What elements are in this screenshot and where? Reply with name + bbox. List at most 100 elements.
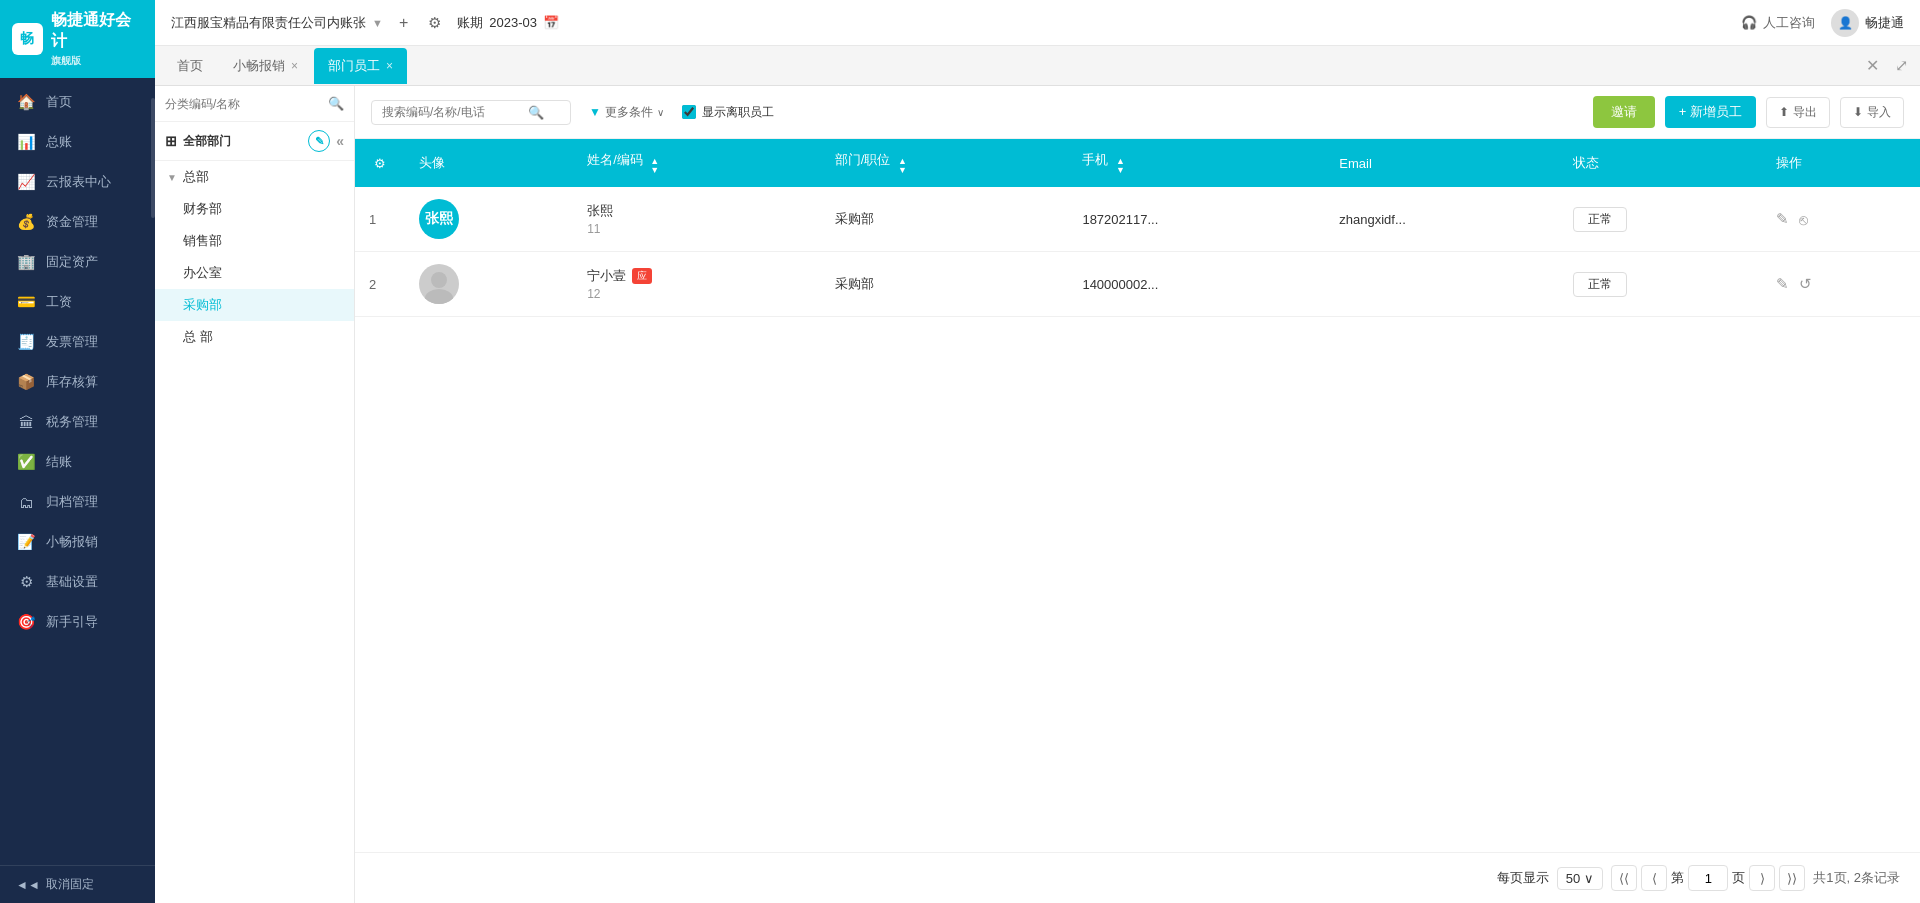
dept-item-sales[interactable]: 销售部 — [155, 225, 354, 257]
sidebar-item-funds[interactable]: 💰 资金管理 — [0, 202, 155, 242]
dept-item-label: 财务部 — [183, 200, 222, 218]
sidebar-item-archive[interactable]: 🗂 归档管理 — [0, 482, 155, 522]
avatar-svg — [419, 264, 459, 304]
employee-code: 11 — [587, 222, 807, 236]
sidebar-item-closing[interactable]: ✅ 结账 — [0, 442, 155, 482]
main-area: 江西服宝精品有限责任公司内账张 ▼ + ⚙ 账期 2023-03 📅 🎧 人工咨… — [155, 0, 1920, 903]
invite-button[interactable]: 邀请 — [1593, 96, 1655, 128]
edit-icon[interactable]: ✎ — [1776, 275, 1789, 293]
sidebar-item-salary[interactable]: 💳 工资 — [0, 282, 155, 322]
show-resigned-checkbox[interactable]: 显示离职员工 — [682, 104, 774, 121]
col-settings[interactable]: ⚙ — [355, 139, 405, 187]
col-dept[interactable]: 部门/职位 ▲▼ — [821, 139, 1069, 187]
company-selector[interactable]: 江西服宝精品有限责任公司内账张 ▼ — [171, 14, 383, 32]
svg-point-0 — [431, 272, 447, 288]
page-label: 页 — [1732, 869, 1745, 887]
tab-employees[interactable]: 部门员工 × — [314, 48, 407, 84]
invoice-icon: 🧾 — [16, 333, 36, 351]
dept-collapse-icon[interactable]: « — [336, 133, 344, 149]
employee-code: 12 — [587, 287, 807, 301]
sidebar-item-home[interactable]: 🏠 首页 — [0, 82, 155, 122]
employee-search-box: 🔍 — [371, 100, 571, 125]
employee-name: 张熙 — [587, 202, 613, 220]
dept-item-general[interactable]: ▼ 总部 — [155, 161, 354, 193]
col-phone[interactable]: 手机 ▲▼ — [1068, 139, 1325, 187]
dept-search-input[interactable] — [165, 97, 322, 111]
tab-expense-close[interactable]: × — [291, 60, 298, 72]
col-name[interactable]: 姓名/编码 ▲▼ — [573, 139, 821, 187]
sidebar-item-tax[interactable]: 🏛 税务管理 — [0, 402, 155, 442]
table-row: 2 — [355, 252, 1920, 317]
show-resigned-input[interactable] — [682, 105, 696, 119]
dept-search-icon[interactable]: 🔍 — [328, 96, 344, 111]
dept-item-purchase[interactable]: 采购部 — [155, 289, 354, 321]
service-button[interactable]: 🎧 人工咨询 — [1741, 14, 1815, 32]
close-tab-icon[interactable]: ✕ — [1862, 52, 1883, 79]
period-selector[interactable]: 账期 2023-03 📅 — [457, 14, 559, 32]
tab-employees-close[interactable]: × — [386, 60, 393, 72]
page-last-button[interactable]: ⟩⟩ — [1779, 865, 1805, 891]
headset-icon: 🎧 — [1741, 15, 1757, 30]
logo-sub: 旗舰版 — [51, 54, 143, 68]
period-value: 2023-03 — [489, 15, 537, 30]
filter-button[interactable]: ▼ 更多条件 ∨ — [581, 100, 672, 125]
name-row: 宁小壹 应 — [587, 267, 807, 285]
topbar-right: 🎧 人工咨询 👤 畅捷通 — [1741, 9, 1904, 37]
sidebar-item-guide[interactable]: 🎯 新手引导 — [0, 602, 155, 642]
company-dropdown-icon: ▼ — [372, 17, 383, 29]
table-row: 1 张熙 张熙 11 — [355, 187, 1920, 252]
logout-icon[interactable]: ⎋ — [1799, 211, 1808, 228]
dept-search-box: 🔍 — [155, 86, 354, 122]
tab-home[interactable]: 首页 — [163, 48, 217, 84]
page-nav: ⟨⟨ ⟨ 第 页 ⟩ ⟩⟩ — [1611, 865, 1805, 891]
ledger-icon: 📊 — [16, 133, 36, 151]
add-employee-button[interactable]: + 新增员工 — [1665, 96, 1756, 128]
sidebar-item-settings[interactable]: ⚙ 基础设置 — [0, 562, 155, 602]
page-input[interactable] — [1688, 865, 1728, 891]
page-next-button[interactable]: ⟩ — [1749, 865, 1775, 891]
topbar: 江西服宝精品有限责任公司内账张 ▼ + ⚙ 账期 2023-03 📅 🎧 人工咨… — [155, 0, 1920, 46]
dept-tree: ▼ 总部 财务部 销售部 办公室 采购部 总 部 — [155, 161, 354, 903]
sidebar-item-invoice[interactable]: 🧾 发票管理 — [0, 322, 155, 362]
page-prev-button[interactable]: ⟨ — [1641, 865, 1667, 891]
employee-search-input[interactable] — [382, 105, 522, 119]
unpin-button[interactable]: ◄◄ 取消固定 — [0, 865, 155, 903]
tag-badge: 应 — [632, 268, 652, 284]
export-button[interactable]: ⬆ 导出 — [1766, 97, 1830, 128]
filter-label: 更多条件 — [605, 104, 653, 121]
page-first-button[interactable]: ⟨⟨ — [1611, 865, 1637, 891]
status-badge: 正常 — [1573, 207, 1627, 232]
sidebar-item-assets[interactable]: 🏢 固定资产 — [0, 242, 155, 282]
sidebar-item-label: 新手引导 — [46, 613, 98, 631]
dept-item-finance[interactable]: 财务部 — [155, 193, 354, 225]
add-tab-button[interactable]: + — [395, 10, 412, 36]
sidebar-item-ledger[interactable]: 📊 总账 — [0, 122, 155, 162]
dept-item-head[interactable]: 总 部 — [155, 321, 354, 353]
row-avatar-cell — [405, 252, 573, 317]
avatar: 张熙 — [419, 199, 459, 239]
user-menu[interactable]: 👤 畅捷通 — [1831, 9, 1904, 37]
settings-icon[interactable]: ⚙ — [424, 10, 445, 36]
tab-expense-label: 小畅报销 — [233, 57, 285, 75]
dept-item-office[interactable]: 办公室 — [155, 257, 354, 289]
sidebar-item-expense[interactable]: 📝 小畅报销 — [0, 522, 155, 562]
sidebar-item-label: 总账 — [46, 133, 72, 151]
expand-tab-icon[interactable]: ⤢ — [1891, 52, 1912, 79]
status-badge: 正常 — [1573, 272, 1627, 297]
edit-icon[interactable]: ✎ — [1776, 210, 1789, 228]
dept-edit-icon[interactable]: ✎ — [308, 130, 330, 152]
sidebar-item-reports[interactable]: 📈 云报表中心 — [0, 162, 155, 202]
sidebar-item-inventory[interactable]: 📦 库存核算 — [0, 362, 155, 402]
per-page-select[interactable]: 50 ∨ — [1557, 867, 1603, 890]
sidebar-item-label: 税务管理 — [46, 413, 98, 431]
import-button[interactable]: ⬇ 导入 — [1840, 97, 1904, 128]
salary-icon: 💳 — [16, 293, 36, 311]
tab-expense[interactable]: 小畅报销 × — [219, 48, 312, 84]
row-email-cell — [1325, 252, 1559, 317]
all-dept-header: ⊞ 全部部门 ✎ « — [155, 122, 354, 161]
employee-search-icon[interactable]: 🔍 — [528, 105, 544, 120]
tab-home-label: 首页 — [177, 57, 203, 75]
sidebar-item-label: 工资 — [46, 293, 72, 311]
refresh-icon[interactable]: ↺ — [1799, 275, 1812, 293]
row-num: 1 — [355, 187, 405, 252]
